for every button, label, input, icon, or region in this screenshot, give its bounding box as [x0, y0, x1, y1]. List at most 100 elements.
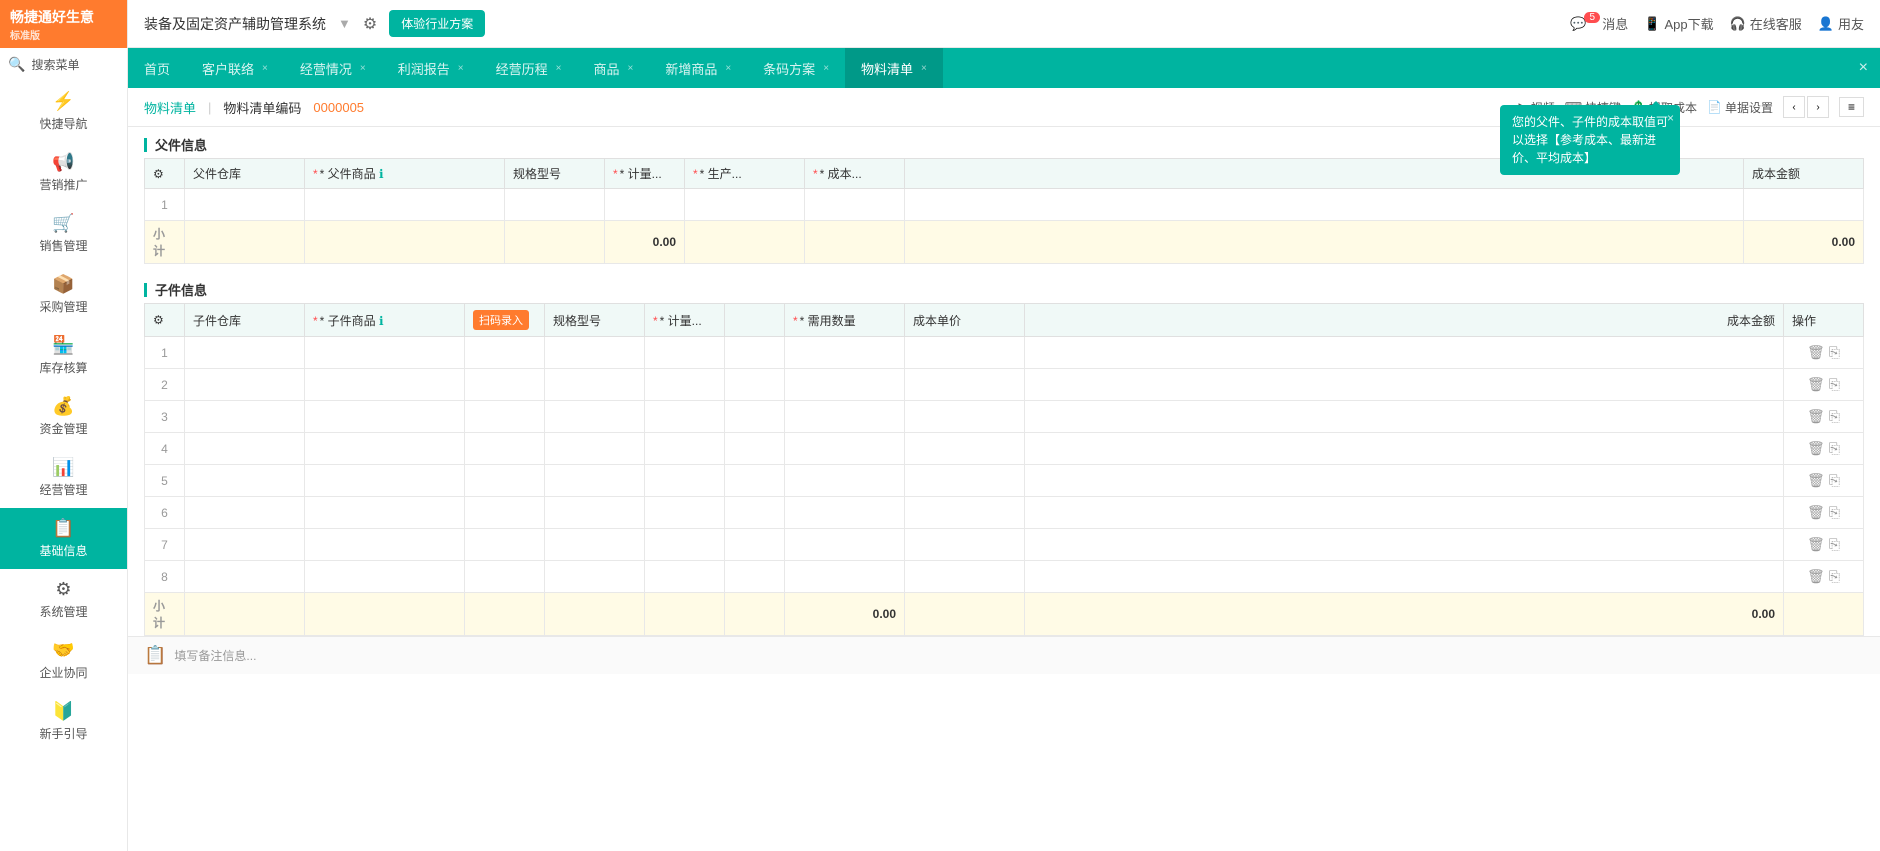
child-unit-cell[interactable]	[645, 529, 725, 561]
child-qty-cell[interactable]	[785, 497, 905, 529]
delete-icon[interactable]: 🗑	[1807, 408, 1825, 425]
child-unit-cell[interactable]	[645, 465, 725, 497]
note-placeholder[interactable]: 填写备注信息...	[174, 647, 256, 664]
app-download-item[interactable]: 📱 App下载	[1644, 14, 1713, 33]
delete-icon[interactable]: 🗑	[1807, 344, 1825, 361]
tab-goods[interactable]: 商品 ×	[577, 48, 649, 88]
tab-new-goods-close[interactable]: ×	[725, 63, 731, 74]
tooltip-close-btn[interactable]: ×	[1667, 109, 1674, 127]
sidebar-item-purchase[interactable]: 📦 采购管理	[0, 264, 127, 325]
child-warehouse-cell[interactable]	[185, 497, 305, 529]
parent-warehouse-input[interactable]	[193, 197, 296, 212]
tab-operations[interactable]: 经营情况 ×	[284, 48, 382, 88]
sidebar-item-basic-info[interactable]: 📋 基础信息	[0, 508, 127, 569]
prev-arrow[interactable]: ‹	[1783, 96, 1805, 118]
child-product-cell[interactable]	[305, 497, 465, 529]
child-warehouse-cell[interactable]	[185, 465, 305, 497]
child-product-cell[interactable]	[305, 433, 465, 465]
child-qty-cell[interactable]	[785, 561, 905, 593]
copy-icon[interactable]: ⎘	[1829, 504, 1840, 521]
parent-prod-cell[interactable]	[685, 189, 805, 221]
close-all-tabs[interactable]: ×	[1847, 59, 1880, 77]
child-product-cell[interactable]	[305, 369, 465, 401]
single-settings-action[interactable]: 📄 单据设置	[1707, 99, 1773, 116]
user-item[interactable]: 👤 用友	[1818, 14, 1864, 33]
tab-history-close[interactable]: ×	[556, 63, 562, 74]
sidebar-item-quick-nav[interactable]: ⚡ 快捷导航	[0, 81, 127, 142]
tab-new-goods[interactable]: 新增商品 ×	[649, 48, 747, 88]
child-warehouse-cell[interactable]	[185, 433, 305, 465]
copy-icon[interactable]: ⎘	[1829, 568, 1840, 585]
delete-icon[interactable]: 🗑	[1807, 536, 1825, 553]
child-product-cell[interactable]	[305, 465, 465, 497]
parent-cost-cell[interactable]	[805, 189, 905, 221]
tab-barcode-close[interactable]: ×	[823, 63, 829, 74]
child-warehouse-cell[interactable]	[185, 369, 305, 401]
child-unit-cell[interactable]	[645, 337, 725, 369]
copy-icon[interactable]: ⎘	[1829, 376, 1840, 393]
child-unit-cell[interactable]	[645, 433, 725, 465]
delete-icon[interactable]: 🗑	[1807, 568, 1825, 585]
child-warehouse-cell[interactable]	[185, 401, 305, 433]
tab-customer-close[interactable]: ×	[262, 63, 268, 74]
sidebar-item-sales[interactable]: 🛒 销售管理	[0, 203, 127, 264]
child-unit-cell[interactable]	[645, 561, 725, 593]
breadcrumb[interactable]: 物料清单	[144, 98, 196, 117]
child-qty-cell[interactable]	[785, 433, 905, 465]
child-unit-cell[interactable]	[645, 497, 725, 529]
copy-icon[interactable]: ⎘	[1829, 408, 1840, 425]
copy-icon[interactable]: ⎘	[1829, 344, 1840, 361]
sidebar-item-inventory[interactable]: 🏪 库存核算	[0, 325, 127, 386]
child-qty-cell[interactable]	[785, 529, 905, 561]
message-item[interactable]: 💬 5 消息	[1570, 14, 1628, 33]
parent-product-info-icon[interactable]: ℹ	[379, 167, 384, 181]
sidebar-item-finance[interactable]: 💰 资金管理	[0, 386, 127, 447]
child-product-info-icon[interactable]: ℹ	[379, 314, 384, 328]
child-warehouse-cell[interactable]	[185, 337, 305, 369]
parent-unit-input[interactable]	[613, 197, 676, 212]
child-qty-cell[interactable]	[785, 337, 905, 369]
child-warehouse-cell[interactable]	[185, 561, 305, 593]
tab-history[interactable]: 经营历程 ×	[480, 48, 578, 88]
child-product-cell[interactable]	[305, 561, 465, 593]
scan-btn[interactable]: 扫码录入	[473, 310, 529, 330]
sidebar-item-marketing[interactable]: 📢 营销推广	[0, 142, 127, 203]
child-product-cell[interactable]	[305, 529, 465, 561]
system-dropdown-icon[interactable]: ▼	[338, 16, 351, 31]
child-qty-cell[interactable]	[785, 465, 905, 497]
delete-icon[interactable]: 🗑	[1807, 504, 1825, 521]
copy-icon[interactable]: ⎘	[1829, 472, 1840, 489]
tab-bom[interactable]: 物料清单 ×	[845, 48, 943, 88]
sidebar-item-enterprise[interactable]: 🤝 企业协同	[0, 630, 127, 691]
tab-profit-close[interactable]: ×	[458, 63, 464, 74]
tab-bom-close[interactable]: ×	[921, 63, 927, 74]
tab-customer[interactable]: 客户联络 ×	[186, 48, 284, 88]
tab-operations-close[interactable]: ×	[360, 63, 366, 74]
sidebar-search[interactable]: 🔍 搜索菜单	[0, 48, 127, 81]
child-product-cell[interactable]	[305, 401, 465, 433]
delete-icon[interactable]: 🗑	[1807, 376, 1825, 393]
delete-icon[interactable]: 🗑	[1807, 472, 1825, 489]
sidebar-item-operations[interactable]: 📊 经营管理	[0, 447, 127, 508]
parent-prod-input[interactable]	[693, 197, 796, 212]
sidebar-item-guide[interactable]: 🔰 新手引导	[0, 691, 127, 752]
sidebar-item-system[interactable]: ⚙ 系统管理	[0, 569, 127, 630]
tab-barcode[interactable]: 条码方案 ×	[747, 48, 845, 88]
child-qty-cell[interactable]	[785, 401, 905, 433]
parent-product-cell[interactable]	[305, 189, 505, 221]
parent-warehouse-cell[interactable]	[185, 189, 305, 221]
tab-profit[interactable]: 利润报告 ×	[382, 48, 480, 88]
child-product-cell[interactable]	[305, 337, 465, 369]
list-view-btn[interactable]: ≡	[1839, 97, 1864, 117]
child-unit-cell[interactable]	[645, 369, 725, 401]
child-qty-cell[interactable]	[785, 369, 905, 401]
tab-home[interactable]: 首页	[128, 48, 186, 88]
child-unit-cell[interactable]	[645, 401, 725, 433]
parent-cost-input[interactable]	[813, 197, 896, 212]
online-service-item[interactable]: 🎧 在线客服	[1730, 14, 1802, 33]
next-arrow[interactable]: ›	[1807, 96, 1829, 118]
delete-icon[interactable]: 🗑	[1807, 440, 1825, 457]
parent-product-input[interactable]	[313, 197, 496, 212]
child-warehouse-cell[interactable]	[185, 529, 305, 561]
parent-unit-cell[interactable]	[605, 189, 685, 221]
